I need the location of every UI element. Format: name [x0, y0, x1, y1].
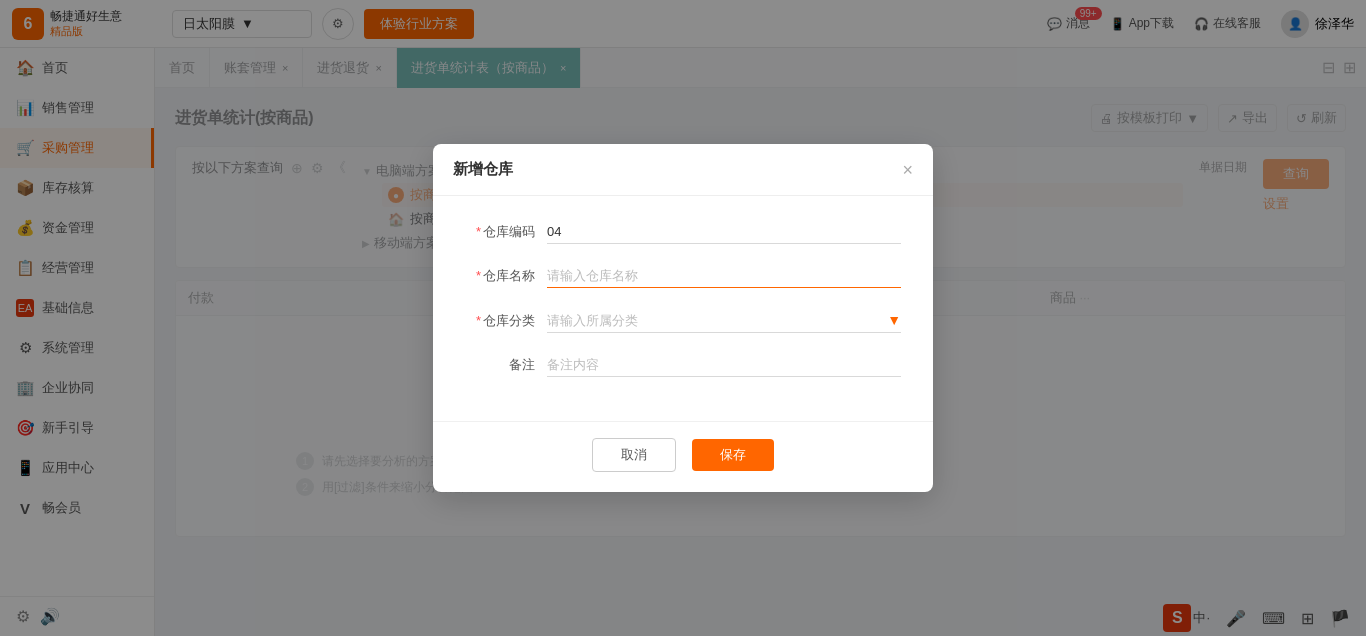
code-input[interactable] [547, 220, 901, 244]
name-label: 仓库名称 [465, 267, 535, 285]
modal-overlay: 新增仓库 × 仓库编码 仓库名称 仓库分类 ▼ [0, 0, 1366, 636]
dialog-title: 新增仓库 [453, 160, 513, 179]
note-input[interactable] [547, 353, 901, 377]
category-select-row[interactable]: ▼ [547, 308, 901, 333]
save-button[interactable]: 保存 [692, 439, 774, 471]
dialog: 新增仓库 × 仓库编码 仓库名称 仓库分类 ▼ [433, 144, 933, 492]
form-row-category: 仓库分类 ▼ [465, 308, 901, 333]
note-label: 备注 [465, 356, 535, 374]
category-label: 仓库分类 [465, 312, 535, 330]
name-input[interactable] [547, 264, 901, 288]
select-arrow-icon: ▼ [887, 312, 901, 328]
form-row-name: 仓库名称 [465, 264, 901, 288]
form-row-code: 仓库编码 [465, 220, 901, 244]
dialog-close-btn[interactable]: × [902, 161, 913, 179]
code-label: 仓库编码 [465, 223, 535, 241]
dialog-body: 仓库编码 仓库名称 仓库分类 ▼ 备注 [433, 196, 933, 421]
dialog-header: 新增仓库 × [433, 144, 933, 196]
dialog-footer: 取消 保存 [433, 421, 933, 492]
form-row-note: 备注 [465, 353, 901, 377]
category-input[interactable] [547, 313, 887, 328]
cancel-button[interactable]: 取消 [592, 438, 676, 472]
